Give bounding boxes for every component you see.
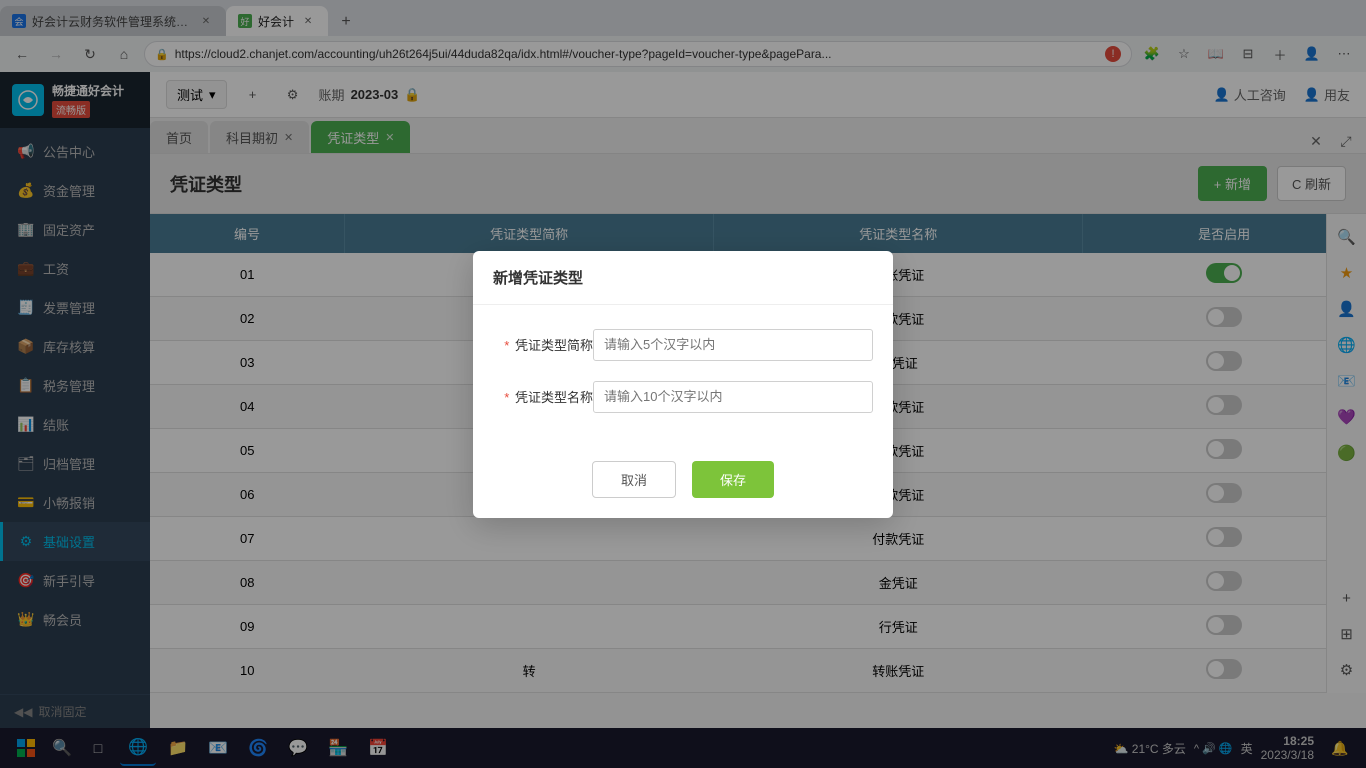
full-name-row: * 凭证类型名称: [493, 381, 873, 413]
new-voucher-type-modal: 新增凭证类型 * 凭证类型简称 * 凭证类型名称 取消 保存: [473, 251, 893, 518]
cancel-button[interactable]: 取消: [592, 461, 676, 498]
modal-overlay: 新增凭证类型 * 凭证类型简称 * 凭证类型名称 取消 保存: [0, 0, 1366, 768]
modal-body: * 凭证类型简称 * 凭证类型名称: [473, 305, 893, 449]
save-button[interactable]: 保存: [692, 461, 774, 498]
modal-title: 新增凭证类型: [493, 270, 583, 287]
modal-header: 新增凭证类型: [473, 251, 893, 305]
required-mark: *: [504, 338, 509, 353]
required-mark: *: [504, 390, 509, 405]
short-name-label: * 凭证类型简称: [493, 335, 593, 354]
short-name-input[interactable]: [593, 329, 873, 361]
short-name-row: * 凭证类型简称: [493, 329, 873, 361]
full-name-label: * 凭证类型名称: [493, 387, 593, 406]
modal-footer: 取消 保存: [473, 449, 893, 518]
full-name-input[interactable]: [593, 381, 873, 413]
